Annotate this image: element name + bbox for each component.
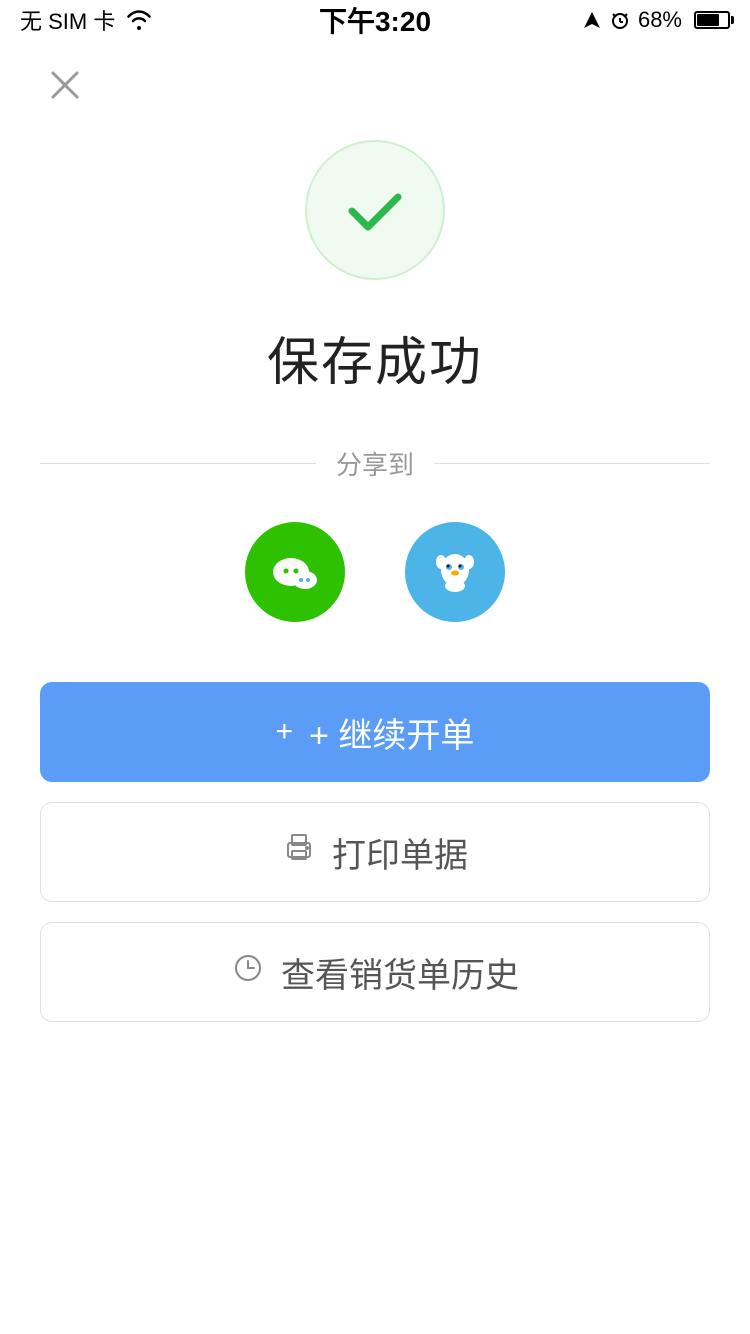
close-icon <box>49 69 81 101</box>
wechat-share-button[interactable] <box>245 522 345 622</box>
qq-icon <box>425 542 485 602</box>
main-content: 保存成功 分享到 <box>0 40 750 1334</box>
continue-icon: + <box>276 715 294 749</box>
success-title: 保存成功 <box>267 320 483 395</box>
status-bar: 无 SIM 卡 下午3:20 68% <box>0 0 750 40</box>
share-section: 分享到 <box>40 445 710 622</box>
print-icon <box>282 831 316 874</box>
location-icon <box>582 10 602 30</box>
history-button[interactable]: 查看销货单历史 <box>40 922 710 1022</box>
action-buttons: + + 继续开单 打印单据 查看销货单历史 <box>40 682 710 1022</box>
close-button[interactable] <box>40 60 90 110</box>
share-icons <box>245 522 505 622</box>
sim-status: 无 SIM 卡 <box>20 4 115 36</box>
divider-line-right <box>434 463 710 464</box>
status-time: 下午3:20 <box>319 0 431 40</box>
share-label: 分享到 <box>336 445 414 482</box>
print-label: 打印单据 <box>332 828 468 877</box>
history-icon <box>231 951 265 994</box>
qq-share-button[interactable] <box>405 522 505 622</box>
status-right: 68% <box>582 7 730 33</box>
wechat-icon <box>265 542 325 602</box>
battery-percent: 68% <box>638 7 682 33</box>
wifi-icon <box>125 10 153 30</box>
continue-label: + 继续开单 <box>309 708 474 757</box>
status-left: 无 SIM 卡 <box>20 4 153 36</box>
continue-button[interactable]: + + 继续开单 <box>40 682 710 782</box>
success-circle <box>305 140 445 280</box>
battery-icon <box>694 11 730 29</box>
history-label: 查看销货单历史 <box>281 948 519 997</box>
alarm-icon <box>610 10 630 30</box>
print-button[interactable]: 打印单据 <box>40 802 710 902</box>
check-icon <box>340 175 410 245</box>
divider-line-left <box>40 463 316 464</box>
share-divider: 分享到 <box>40 445 710 482</box>
